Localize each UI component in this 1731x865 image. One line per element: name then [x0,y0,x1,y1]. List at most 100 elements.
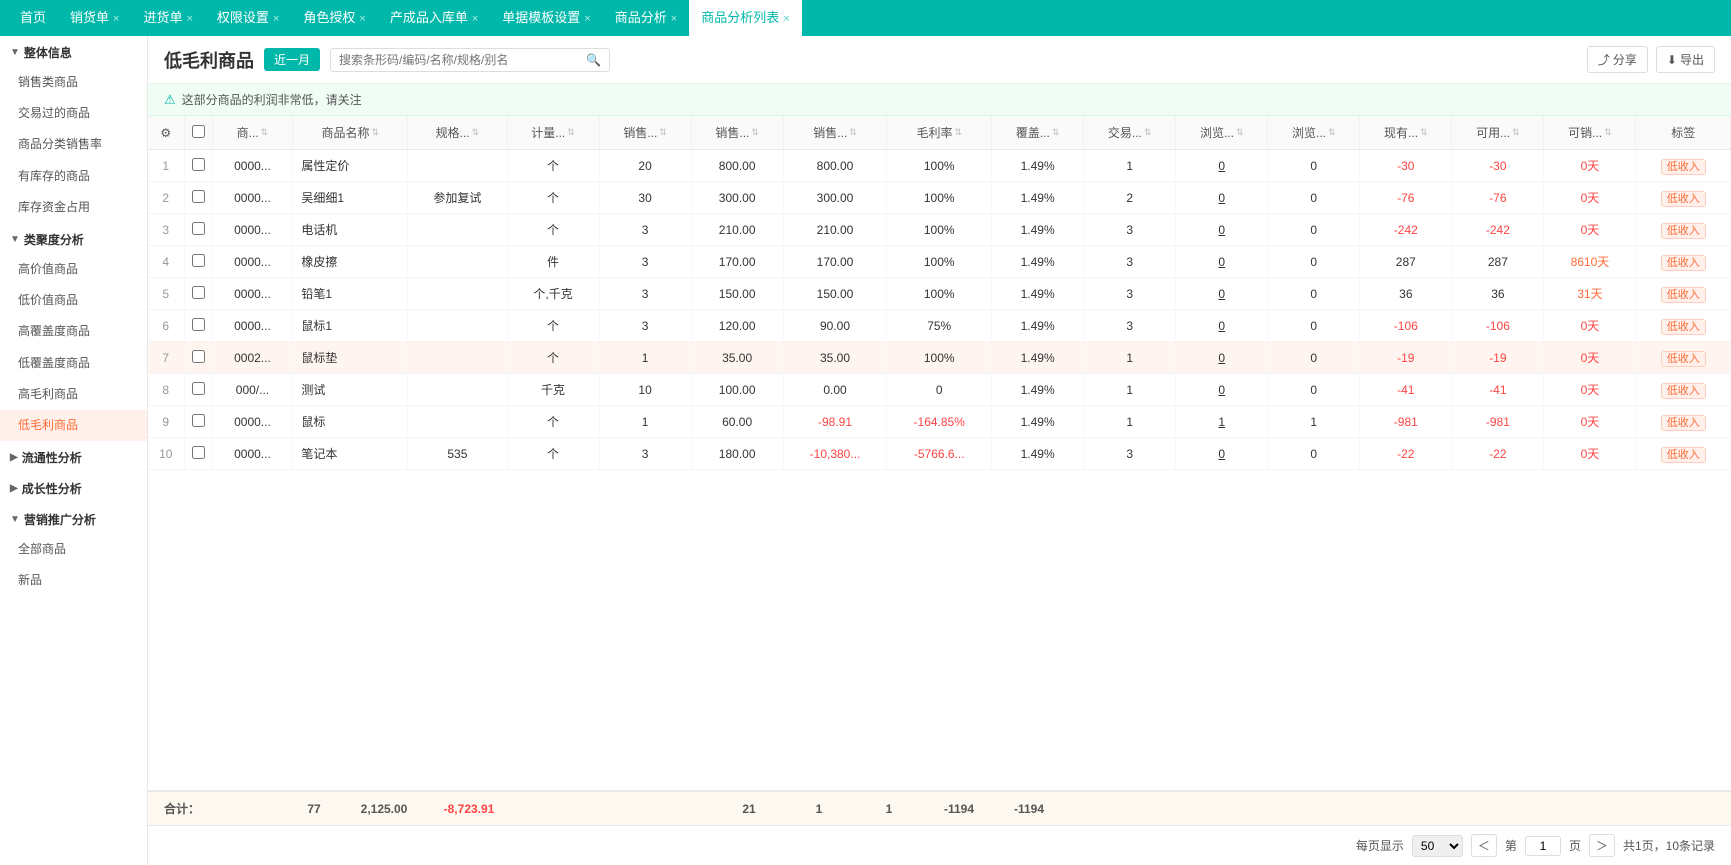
nav-analysis-list[interactable]: 商品分析列表× [689,0,801,36]
nav-close-role[interactable]: × [359,13,365,25]
col-product-code[interactable]: 商...⇅ [212,116,293,150]
sidebar-item-high-margin[interactable]: 高毛利商品 [0,379,147,410]
row-margin-1: 100% [887,182,992,214]
sidebar-item-low-margin[interactable]: 低毛利商品 [0,410,147,441]
row-checkbox-5[interactable] [184,310,212,342]
row-checkbox-4[interactable] [184,278,212,310]
nav-role-auth[interactable]: 角色授权× [291,0,377,36]
row-checkbox-2[interactable] [184,214,212,246]
date-filter-button[interactable]: 近一月 [264,48,320,71]
row-checkbox-0[interactable] [184,150,212,182]
sidebar-item-traded[interactable]: 交易过的商品 [0,98,147,129]
next-page-button[interactable]: ＞ [1589,834,1615,857]
sidebar-item-low-value[interactable]: 低价值商品 [0,285,147,316]
row-view1-6[interactable]: 0 [1176,342,1268,374]
row-seq-8: 9 [148,406,184,438]
sidebar-item-low-coverage[interactable]: 低覆盖度商品 [0,348,147,379]
nav-sales-order[interactable]: 销货单× [58,0,131,36]
sort-icon: ⇅ [261,127,269,138]
row-tag-8: 低收入 [1636,406,1731,438]
col-product-name[interactable]: 商品名称⇅ [293,116,408,150]
nav-close-list[interactable]: × [783,13,789,25]
page-number-input[interactable] [1525,836,1561,856]
row-checkbox-7[interactable] [184,374,212,406]
row-name-4[interactable]: 铅笔1 [293,278,408,310]
row-checkbox-9[interactable] [184,438,212,470]
col-views2[interactable]: 浏览...⇅ [1268,116,1360,150]
sidebar-item-all-products[interactable]: 全部商品 [0,534,147,565]
sidebar-group-cluster[interactable]: ▼ 类聚度分析 [0,223,147,254]
nav-close-template[interactable]: × [584,13,590,25]
col-spec[interactable]: 规格...⇅ [408,116,507,150]
row-tag-5: 低收入 [1636,310,1731,342]
row-view1-4[interactable]: 0 [1176,278,1268,310]
row-stock-9: -22 [1360,438,1452,470]
per-page-select[interactable]: 50 20 100 [1412,835,1463,857]
nav-close-purchase[interactable]: × [186,13,192,25]
row-name-0[interactable]: 属性定价 [293,150,408,182]
row-saleable-9: 0天 [1544,438,1636,470]
row-checkbox-3[interactable] [184,246,212,278]
row-view1-2[interactable]: 0 [1176,214,1268,246]
sidebar-item-high-coverage[interactable]: 高覆盖度商品 [0,316,147,347]
col-sales-amount[interactable]: 销售...⇅ [783,116,887,150]
col-margin[interactable]: 毛利率⇅ [887,116,992,150]
nav-close-permission[interactable]: × [273,13,279,25]
sidebar-item-category-rate[interactable]: 商品分类销售率 [0,129,147,160]
row-view1-8[interactable]: 1 [1176,406,1268,438]
row-name-8[interactable]: 鼠标 [293,406,408,438]
export-button[interactable]: ⬇ 导出 [1656,46,1715,73]
col-settings[interactable]: ⚙ [148,116,184,150]
col-unit[interactable]: 计量...⇅ [507,116,599,150]
col-transactions[interactable]: 交易...⇅ [1084,116,1176,150]
row-view1-0[interactable]: 0 [1176,150,1268,182]
row-view1-9[interactable]: 0 [1176,438,1268,470]
prev-page-button[interactable]: ＜ [1471,834,1497,857]
row-view1-1[interactable]: 0 [1176,182,1268,214]
row-view1-3[interactable]: 0 [1176,246,1268,278]
col-sales-qty[interactable]: 销售...⇅ [599,116,691,150]
sidebar-item-sales-products[interactable]: 销售类商品 [0,67,147,98]
row-name-1[interactable]: 吴细细1 [293,182,408,214]
nav-product-inbound[interactable]: 产成品入库单× [378,0,490,36]
share-button[interactable]: ⤴ 分享 [1587,46,1648,73]
row-trans-4: 3 [1084,278,1176,310]
sidebar-group-growth[interactable]: ▶ 成长性分析 [0,472,147,503]
row-checkbox-1[interactable] [184,182,212,214]
sidebar-group-liquidity[interactable]: ▶ 流通性分析 [0,441,147,472]
row-checkbox-6[interactable] [184,342,212,374]
row-name-2[interactable]: 电话机 [293,214,408,246]
sidebar-item-high-value[interactable]: 高价值商品 [0,254,147,285]
sidebar-item-in-stock[interactable]: 有库存的商品 [0,161,147,192]
sidebar-item-capital[interactable]: 库存资金占用 [0,192,147,223]
nav-close-inbound[interactable]: × [472,13,478,25]
row-view1-7[interactable]: 0 [1176,374,1268,406]
col-available[interactable]: 可用...⇅ [1452,116,1544,150]
arrow-icon-liquidity: ▶ [10,452,18,463]
col-views1[interactable]: 浏览...⇅ [1176,116,1268,150]
select-all-checkbox[interactable] [192,125,205,138]
search-input[interactable] [339,53,586,67]
row-name-5[interactable]: 鼠标1 [293,310,408,342]
sidebar-group-marketing[interactable]: ▼ 营销推广分析 [0,503,147,534]
row-view1-5[interactable]: 0 [1176,310,1268,342]
col-coverage[interactable]: 覆盖...⇅ [992,116,1084,150]
nav-permission[interactable]: 权限设置× [205,0,291,36]
row-name-3[interactable]: 橡皮擦 [293,246,408,278]
row-checkbox-8[interactable] [184,406,212,438]
col-saleable-days[interactable]: 可销...⇅ [1544,116,1636,150]
row-name-9[interactable]: 笔记本 [293,438,408,470]
col-current-stock[interactable]: 现有...⇅ [1360,116,1452,150]
nav-product-analysis[interactable]: 商品分析× [603,0,689,36]
row-name-6[interactable]: 鼠标垫 [293,342,408,374]
sidebar-group-overview[interactable]: ▼ 整体信息 [0,36,147,67]
nav-template[interactable]: 单据模板设置× [490,0,602,36]
nav-close-sales[interactable]: × [113,13,119,25]
nav-home[interactable]: 首页 [8,0,58,36]
nav-purchase-order[interactable]: 进货单× [131,0,204,36]
row-name-7[interactable]: 测试 [293,374,408,406]
col-sales-price[interactable]: 销售...⇅ [691,116,783,150]
sidebar-item-new-products[interactable]: 新品 [0,565,147,596]
row-stock-8: -981 [1360,406,1452,438]
nav-close-analysis[interactable]: × [671,13,677,25]
